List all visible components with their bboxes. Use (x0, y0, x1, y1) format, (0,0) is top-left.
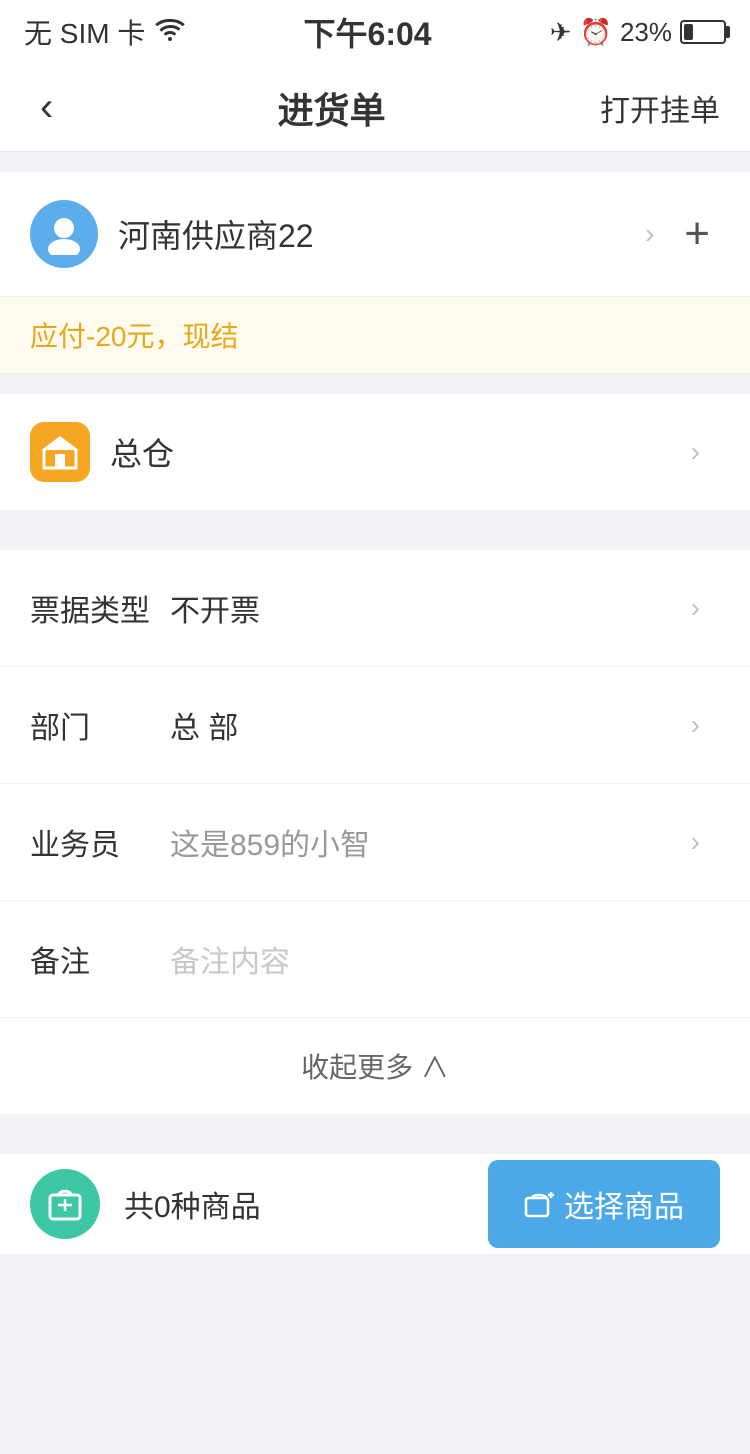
form-section: 票据类型 不开票 › 部门 总 部 › 业务员 这是859的小智 › 备注 备注… (0, 550, 750, 1017)
section-gap-2 (0, 374, 750, 394)
status-time: 下午6:04 (304, 9, 432, 55)
collapse-label: 收起更多 ∧ (301, 1046, 449, 1086)
back-button[interactable]: ‹ (30, 75, 63, 140)
open-pending-button[interactable]: 打开挂单 (600, 86, 720, 130)
warehouse-name: 总仓 (110, 429, 691, 475)
chevron-right-icon: › (691, 709, 700, 741)
section-gap-3 (0, 510, 750, 530)
supplier-row[interactable]: 河南供应商22 › + (0, 172, 750, 297)
nav-bar: ‹ 进货单 打开挂单 (0, 64, 750, 152)
department-value: 总 部 (170, 703, 691, 747)
section-gap-4 (0, 1114, 750, 1134)
salesman-label: 业务员 (30, 820, 170, 864)
supplier-name: 河南供应商22 (118, 211, 645, 257)
warehouse-row[interactable]: 总仓 › (0, 394, 750, 510)
status-left: 无 SIM 卡 (24, 12, 185, 52)
remark-placeholder: 备注内容 (170, 937, 720, 981)
notice-text: 应付-20元，现结 (30, 321, 238, 352)
status-right: ✈ ⏰ 23% (550, 17, 726, 48)
supplier-section: 河南供应商22 › + 应付-20元，现结 (0, 172, 750, 374)
select-product-button[interactable]: 选择商品 (488, 1160, 720, 1248)
location-icon: ✈ (550, 17, 572, 48)
cart-icon (524, 1188, 554, 1220)
chevron-right-icon: › (645, 218, 654, 250)
carrier-text: 无 SIM 卡 (24, 12, 145, 52)
department-row[interactable]: 部门 总 部 › (0, 667, 750, 784)
avatar (30, 200, 98, 268)
bottom-bar: 共0种商品 选择商品 (0, 1154, 750, 1254)
page-background (0, 1254, 750, 1454)
remark-row[interactable]: 备注 备注内容 (0, 901, 750, 1017)
chevron-right-icon: › (691, 436, 700, 468)
section-gap-1 (0, 152, 750, 172)
collapse-row[interactable]: 收起更多 ∧ (0, 1017, 750, 1114)
salesman-value: 这是859的小智 (170, 820, 691, 864)
invoice-type-label: 票据类型 (30, 586, 170, 630)
status-bar: 无 SIM 卡 下午6:04 ✈ ⏰ 23% (0, 0, 750, 64)
invoice-type-value: 不开票 (170, 586, 691, 630)
warehouse-section: 总仓 › (0, 394, 750, 510)
warehouse-icon (30, 422, 90, 482)
select-btn-label: 选择商品 (564, 1182, 684, 1226)
invoice-type-row[interactable]: 票据类型 不开票 › (0, 550, 750, 667)
remark-label: 备注 (30, 937, 170, 981)
chevron-right-icon: › (691, 826, 700, 858)
alarm-icon: ⏰ (580, 17, 612, 48)
department-label: 部门 (30, 703, 170, 747)
page-title: 进货单 (278, 82, 386, 134)
product-count: 共0种商品 (124, 1182, 488, 1226)
notice-bar: 应付-20元，现结 (0, 297, 750, 374)
battery-text: 23% (620, 17, 672, 48)
salesman-row[interactable]: 业务员 这是859的小智 › (0, 784, 750, 901)
battery-icon (680, 20, 726, 44)
product-icon (30, 1169, 100, 1239)
chevron-right-icon: › (691, 592, 700, 624)
add-button[interactable]: + (674, 209, 720, 259)
wifi-icon (155, 16, 185, 48)
